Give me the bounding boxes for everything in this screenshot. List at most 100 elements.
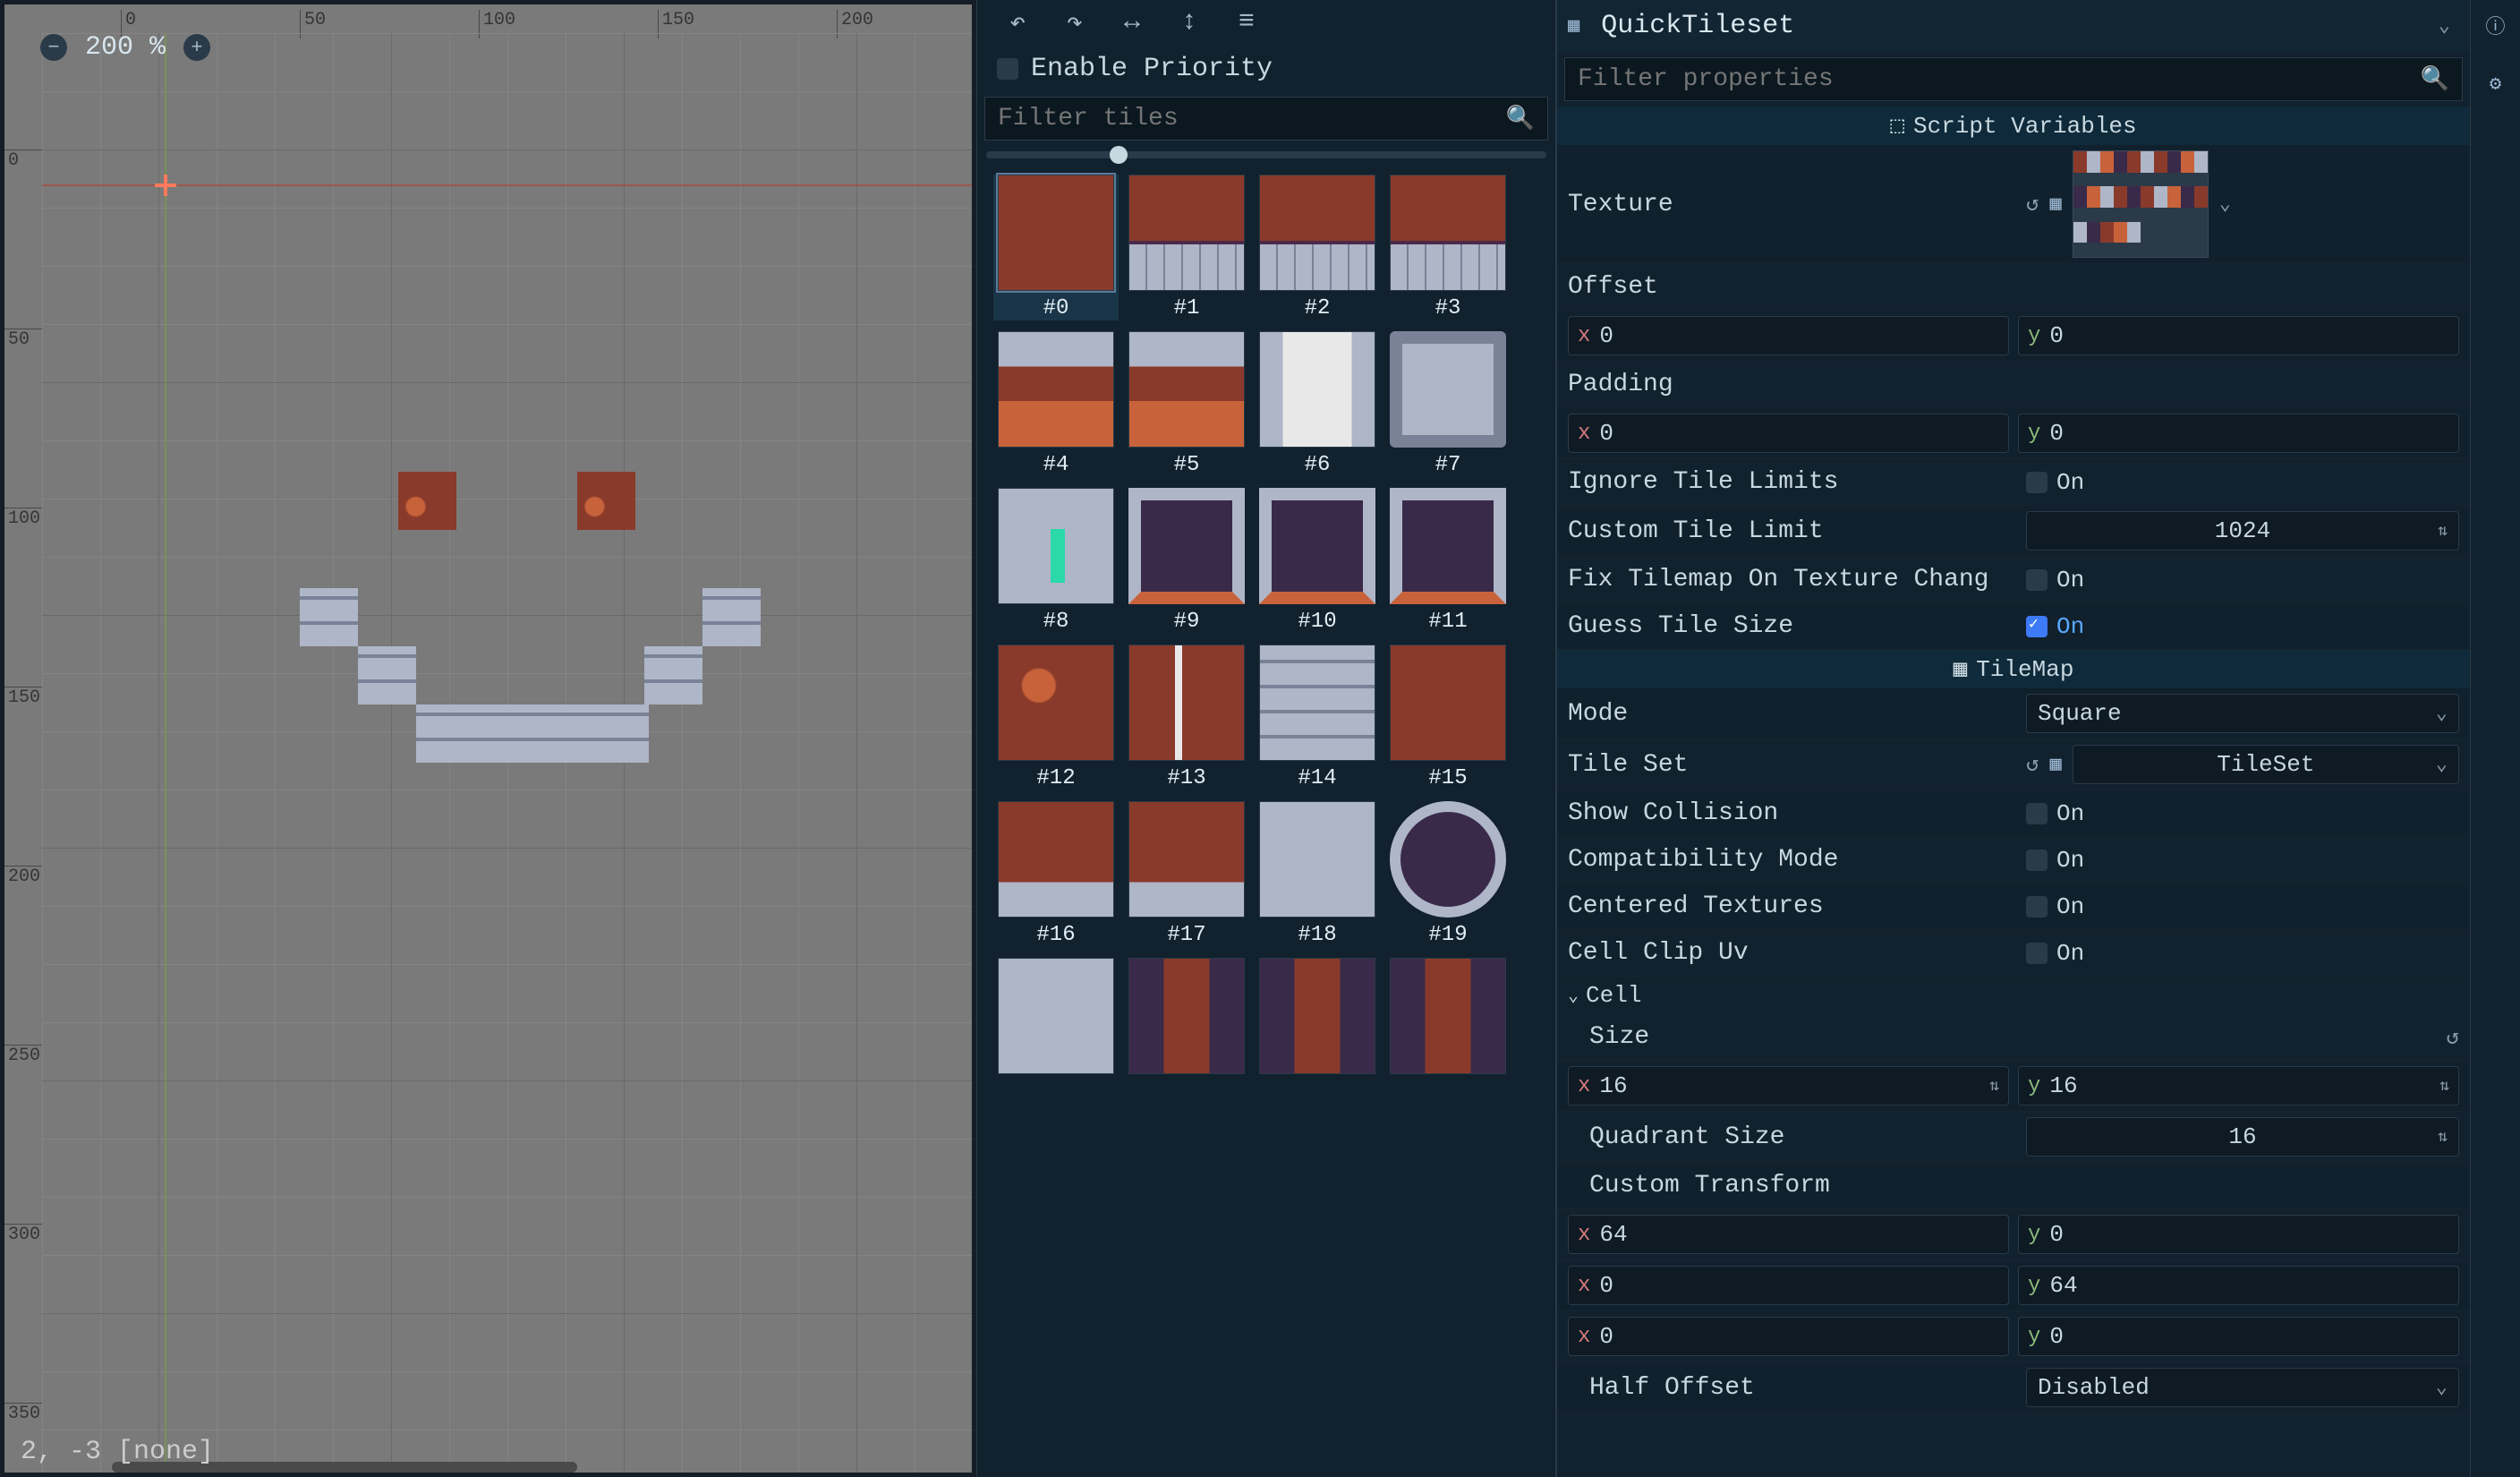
tile-partial[interactable] bbox=[1385, 958, 1511, 1074]
tile-12[interactable]: #12 bbox=[993, 645, 1119, 790]
flip-h-icon[interactable]: ↔ bbox=[1117, 7, 1147, 38]
size-y-input[interactable]: y16⇅ bbox=[2018, 1066, 2459, 1106]
tile-partial[interactable] bbox=[993, 958, 1119, 1074]
show-collision-checkbox[interactable] bbox=[2026, 803, 2048, 824]
placed-tile[interactable] bbox=[358, 646, 416, 704]
reset-size-icon[interactable]: ↺ bbox=[2447, 1024, 2459, 1051]
rotate-right-icon[interactable]: ↷ bbox=[1060, 7, 1090, 38]
guess-size-checkbox[interactable] bbox=[2026, 616, 2048, 637]
placed-tile[interactable] bbox=[416, 704, 474, 763]
node-name-dropdown[interactable]: QuickTileset ⌄ bbox=[1592, 7, 2459, 45]
tile-10[interactable]: #10 bbox=[1255, 488, 1380, 634]
tile-1[interactable]: #1 bbox=[1124, 175, 1249, 320]
cell-foldout[interactable]: ⌄Cell bbox=[1557, 977, 2470, 1014]
xform-21-input[interactable]: y0 bbox=[2018, 1317, 2459, 1356]
tileset-dropdown[interactable]: TileSet⌄ bbox=[2073, 745, 2459, 784]
viewport-zoom-controls: − 200 % + bbox=[4, 30, 210, 65]
mode-dropdown[interactable]: Square⌄ bbox=[2026, 694, 2459, 733]
search-icon[interactable]: 🔍 bbox=[2421, 65, 2449, 93]
tile-7[interactable]: #7 bbox=[1385, 331, 1511, 477]
reset-texture-icon[interactable]: ↺ bbox=[2026, 191, 2039, 218]
xform-row-1: x0 y64 bbox=[1557, 1260, 2470, 1311]
settings-icon[interactable]: ⚙ bbox=[2478, 66, 2514, 102]
placed-tile[interactable] bbox=[591, 704, 649, 763]
tile-6[interactable]: #6 bbox=[1255, 331, 1380, 477]
custom-limit-input[interactable]: 1024⇅ bbox=[2026, 511, 2459, 551]
size-x-input[interactable]: x16⇅ bbox=[1568, 1066, 2009, 1106]
clip-uv-checkbox[interactable] bbox=[2026, 943, 2048, 964]
tile-9[interactable]: #9 bbox=[1124, 488, 1249, 634]
filter-tiles-input[interactable]: 🔍 bbox=[984, 97, 1548, 141]
tile-17[interactable]: #17 bbox=[1124, 801, 1249, 947]
placed-tile[interactable] bbox=[532, 704, 591, 763]
zoom-out-button[interactable]: − bbox=[40, 34, 67, 61]
texture-thumbnail[interactable] bbox=[2073, 150, 2209, 258]
tile-18[interactable]: #18 bbox=[1255, 801, 1380, 947]
placed-tile[interactable] bbox=[474, 704, 532, 763]
search-icon[interactable]: 🔍 bbox=[1506, 105, 1535, 132]
doc-link-icon[interactable]: ⓘ bbox=[2478, 7, 2514, 43]
ruler-tick: 350 bbox=[4, 1403, 42, 1424]
tile-13[interactable]: #13 bbox=[1124, 645, 1249, 790]
placed-tile[interactable] bbox=[644, 646, 702, 704]
tile-0[interactable]: #0 bbox=[993, 175, 1119, 320]
size-value-row: x16⇅ y16⇅ bbox=[1557, 1061, 2470, 1112]
filter-properties-field[interactable] bbox=[1578, 65, 2421, 93]
guess-tile-size-row: Guess Tile Size On bbox=[1557, 603, 2470, 650]
compat-checkbox[interactable] bbox=[2026, 849, 2048, 871]
spinner-icon[interactable]: ⇅ bbox=[2439, 1076, 2449, 1096]
xform-11-input[interactable]: y64 bbox=[2018, 1266, 2459, 1305]
tilemap-viewport-panel: 0 50 100 150 200 0 50 100 150 200 250 30… bbox=[0, 0, 977, 1477]
size-label-row: Size↺ bbox=[1557, 1014, 2470, 1061]
spinner-icon[interactable]: ⇅ bbox=[2438, 1127, 2448, 1147]
tile-partial[interactable] bbox=[1255, 958, 1380, 1074]
xform-00-input[interactable]: x64 bbox=[1568, 1215, 2009, 1254]
fix-texture-checkbox[interactable] bbox=[2026, 569, 2048, 591]
zoom-in-button[interactable]: + bbox=[183, 34, 210, 61]
ruler-tick: 150 bbox=[4, 687, 42, 708]
filter-tiles-field[interactable] bbox=[998, 105, 1506, 132]
tile-15[interactable]: #15 bbox=[1385, 645, 1511, 790]
tile-16[interactable]: #16 bbox=[993, 801, 1119, 947]
tile-4[interactable]: #4 bbox=[993, 331, 1119, 477]
padding-x-input[interactable]: x0 bbox=[1568, 414, 2009, 453]
spinner-icon[interactable]: ⇅ bbox=[2438, 521, 2448, 541]
offset-y-input[interactable]: y0 bbox=[2018, 316, 2459, 355]
tile-19[interactable]: #19 bbox=[1385, 801, 1511, 947]
inspector-header: ▦ QuickTileset ⌄ bbox=[1557, 0, 2470, 52]
tile-5[interactable]: #5 bbox=[1124, 331, 1249, 477]
tile-scale-slider[interactable] bbox=[986, 151, 1546, 158]
placed-tile[interactable] bbox=[398, 472, 456, 530]
half-offset-dropdown[interactable]: Disabled⌄ bbox=[2026, 1368, 2459, 1407]
ignore-limits-checkbox[interactable] bbox=[2026, 472, 2048, 493]
tile-2[interactable]: #2 bbox=[1255, 175, 1380, 320]
rotate-left-icon[interactable]: ↶ bbox=[1002, 7, 1033, 38]
xform-01-input[interactable]: y0 bbox=[2018, 1215, 2459, 1254]
centered-checkbox[interactable] bbox=[2026, 896, 2048, 918]
enable-priority-checkbox[interactable] bbox=[997, 58, 1018, 80]
grid-surface[interactable] bbox=[42, 33, 972, 1473]
clear-transform-icon[interactable]: ≡ bbox=[1231, 7, 1262, 38]
offset-x-input[interactable]: x0 bbox=[1568, 316, 2009, 355]
quadrant-input[interactable]: 16⇅ bbox=[2026, 1117, 2459, 1157]
texture-dropdown-icon[interactable]: ⌄ bbox=[2219, 192, 2231, 216]
reset-tileset-icon[interactable]: ↺ bbox=[2026, 751, 2039, 778]
placed-tile[interactable] bbox=[300, 588, 358, 646]
enable-priority-row[interactable]: Enable Priority bbox=[977, 45, 1555, 93]
spinner-icon[interactable]: ⇅ bbox=[1989, 1076, 1999, 1096]
viewport-canvas[interactable]: 0 50 100 150 200 0 50 100 150 200 250 30… bbox=[4, 4, 972, 1473]
tile-14[interactable]: #14 bbox=[1255, 645, 1380, 790]
flip-v-icon[interactable]: ↕ bbox=[1174, 7, 1205, 38]
padding-y-input[interactable]: y0 bbox=[2018, 414, 2459, 453]
placed-tile[interactable] bbox=[577, 472, 635, 530]
placed-tile[interactable] bbox=[702, 588, 761, 646]
slider-handle[interactable] bbox=[1110, 146, 1128, 164]
xform-10-input[interactable]: x0 bbox=[1568, 1266, 2009, 1305]
tile-8[interactable]: #8 bbox=[993, 488, 1119, 634]
filter-properties-input[interactable]: 🔍 bbox=[1564, 57, 2463, 101]
xform-20-input[interactable]: x0 bbox=[1568, 1317, 2009, 1356]
tile-3[interactable]: #3 bbox=[1385, 175, 1511, 320]
tile-11[interactable]: #11 bbox=[1385, 488, 1511, 634]
inspector-body: ⬚ Script Variables Texture ↺ ▦ ⌄ Offset … bbox=[1557, 107, 2470, 1477]
tile-partial[interactable] bbox=[1124, 958, 1249, 1074]
